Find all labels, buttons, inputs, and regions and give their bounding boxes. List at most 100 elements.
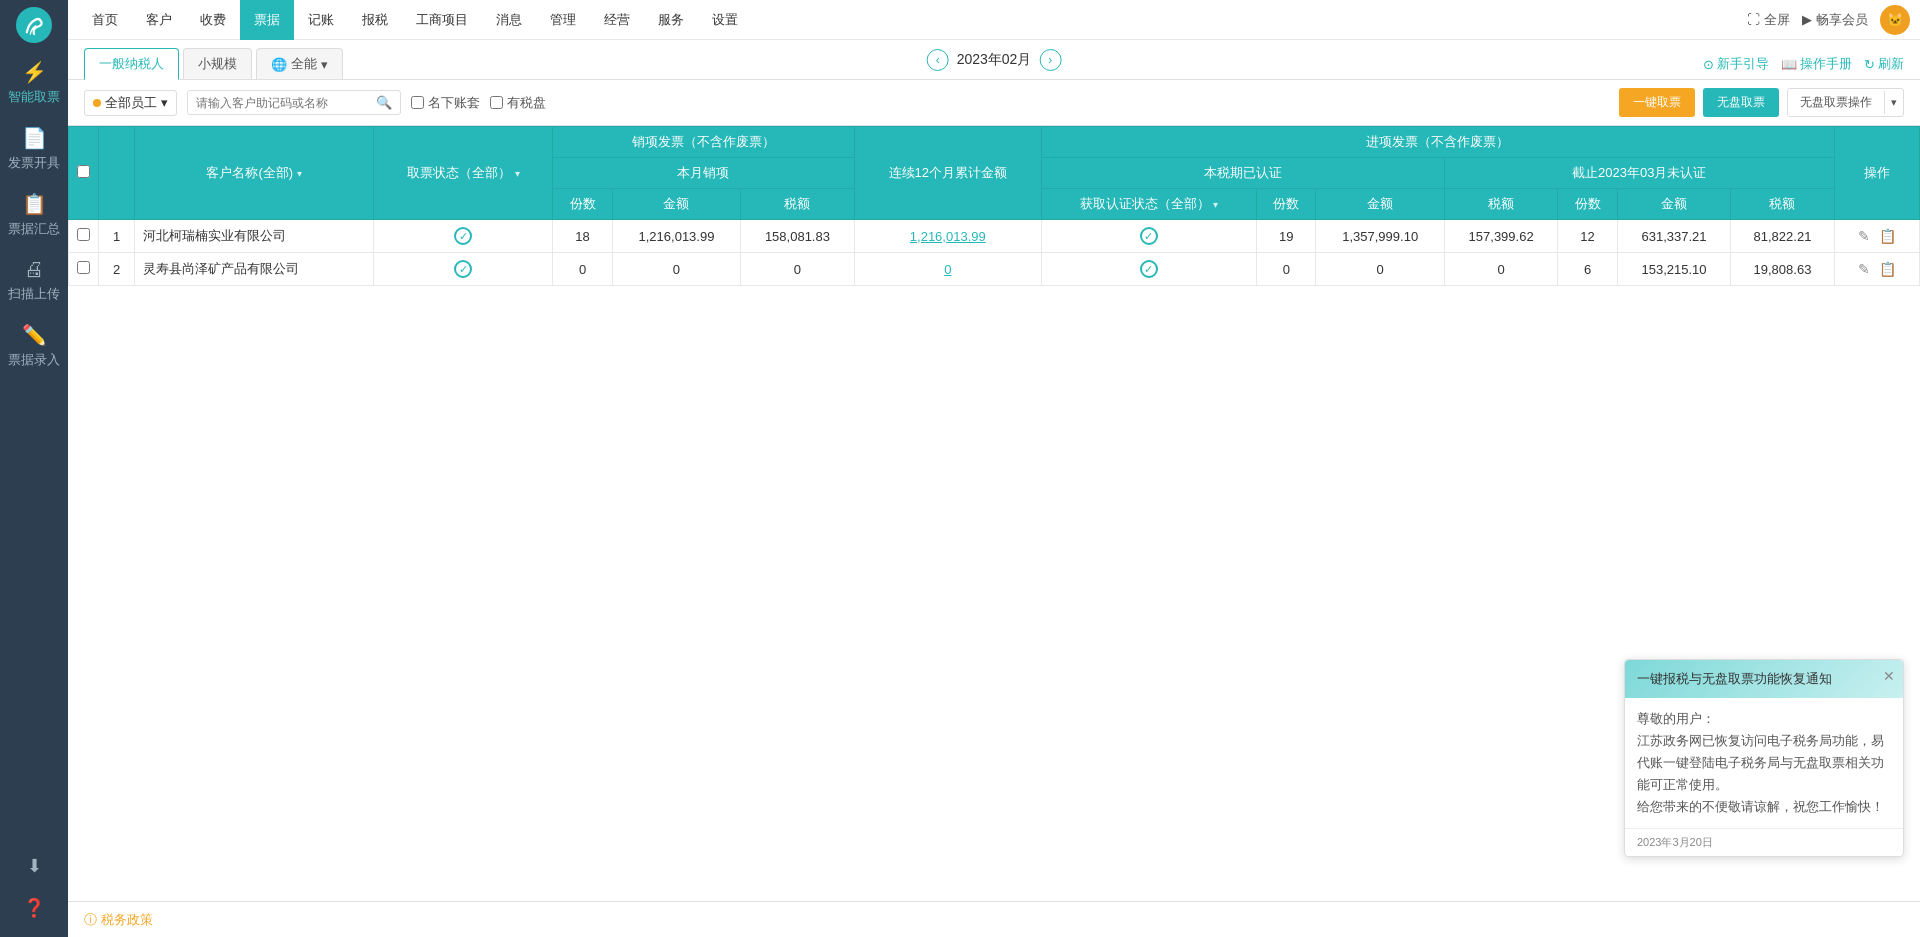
search-input[interactable]: [188, 92, 368, 114]
row-12m-link-0[interactable]: 1,216,013.99: [910, 229, 986, 244]
row-tax-s-1: 0: [741, 253, 854, 286]
row-action-1: ✎ 📋: [1834, 253, 1919, 286]
row-amount-s-1: 0: [612, 253, 740, 286]
sidebar: ⚡ 智能取票 📄 发票开具 📋 票据汇总 🖨 扫描上传 ✏️ 票据录入 ⬇ ❓: [0, 0, 68, 937]
own-account-checkbox[interactable]: [411, 96, 424, 109]
tab-bar: 一般纳税人 小规模 🌐 全能 ▾ ‹ 2023年02月 › ⊙ 新手引导: [68, 40, 1920, 80]
sidebar-item-entry-label: 票据录入: [8, 351, 60, 369]
th-fetch-status: 取票状态（全部） ▾: [374, 127, 553, 220]
manual-action[interactable]: 📖 操作手册: [1781, 55, 1852, 73]
nav-client[interactable]: 客户: [132, 0, 186, 40]
tab-all[interactable]: 🌐 全能 ▾: [256, 48, 343, 79]
no-disk-fetch-btn[interactable]: 无盘取票: [1703, 88, 1779, 117]
sidebar-item-scan[interactable]: 🖨 扫描上传: [0, 248, 68, 313]
view-icon-1[interactable]: 📋: [1879, 261, 1896, 277]
th-cert-status: 获取认证状态（全部） ▾: [1041, 189, 1256, 220]
cert-check-1: ✓: [1140, 260, 1158, 278]
nav-invoice[interactable]: 票据: [240, 0, 294, 40]
nav-service[interactable]: 服务: [644, 0, 698, 40]
th-amount-d: 金额: [1617, 189, 1730, 220]
row-shares-d-1: 6: [1558, 253, 1617, 286]
view-icon-0[interactable]: 📋: [1879, 228, 1896, 244]
sidebar-item-summary-label: 票据汇总: [8, 220, 60, 238]
tab-small[interactable]: 小规模: [183, 48, 252, 79]
row-customer-1: 灵寿县尚泽矿产品有限公司: [135, 253, 374, 286]
notif-line2: 江苏政务网已恢复访问电子税务局功能，易代账一键登陆电子税务局与无盘取票相关功能可…: [1637, 730, 1891, 796]
row-tax-d-1: 19,808.63: [1731, 253, 1834, 286]
scan-icon: 🖨: [24, 258, 44, 281]
row-tax-s-0: 158,081.83: [741, 220, 854, 253]
th-num: [99, 127, 135, 220]
nav-biz[interactable]: 工商项目: [402, 0, 482, 40]
next-month-btn[interactable]: ›: [1039, 49, 1061, 71]
tax-policy-link[interactable]: ⓘ 税务政策: [84, 911, 153, 929]
tab-general[interactable]: 一般纳税人: [84, 48, 179, 80]
guide-action[interactable]: ⊙ 新手引导: [1703, 55, 1769, 73]
refresh-label: 刷新: [1878, 55, 1904, 73]
row-12m-link-1[interactable]: 0: [944, 262, 951, 277]
sidebar-item-smart-fetch[interactable]: ⚡ 智能取票: [0, 50, 68, 116]
row-12m-1: 0: [854, 253, 1041, 286]
fullscreen-btn[interactable]: ⛶ 全屏: [1747, 11, 1790, 29]
table-row: 2 灵寿县尚泽矿产品有限公司 ✓ 0 0 0 0 ✓ 0 0 0 6 153,2…: [69, 253, 1920, 286]
search-button[interactable]: 🔍: [368, 91, 400, 114]
bottom-bar: ⓘ 税务政策: [68, 901, 1920, 937]
tax-disk-checkbox[interactable]: [490, 96, 503, 109]
refresh-action[interactable]: ↻ 刷新: [1864, 55, 1904, 73]
checkbox-tax-disk[interactable]: 有税盘: [490, 94, 546, 112]
th-tax-d: 税额: [1731, 189, 1834, 220]
th-checkbox: [69, 127, 99, 220]
prev-month-btn[interactable]: ‹: [927, 49, 949, 71]
user-avatar[interactable]: 🐱: [1880, 5, 1910, 35]
nav-manage[interactable]: 管理: [536, 0, 590, 40]
row-amount-d-1: 153,215.10: [1617, 253, 1730, 286]
row-amount-p-0: 1,357,999.10: [1316, 220, 1444, 253]
notif-close-btn[interactable]: ✕: [1883, 668, 1895, 684]
sidebar-help[interactable]: ❓: [0, 889, 68, 927]
fetch-check-0: ✓: [454, 227, 472, 245]
table-row: 1 河北柯瑞楠实业有限公司 ✓ 18 1,216,013.99 158,081.…: [69, 220, 1920, 253]
tab-right-actions: ⊙ 新手引导 📖 操作手册 ↻ 刷新: [1703, 55, 1904, 79]
notif-line1: 尊敬的用户：: [1637, 708, 1891, 730]
row-check-0[interactable]: [77, 228, 90, 241]
no-disk-ops-arrow[interactable]: ▾: [1884, 91, 1903, 114]
sidebar-item-entry[interactable]: ✏️ 票据录入: [0, 313, 68, 379]
no-disk-ops-main[interactable]: 无盘取票操作: [1788, 89, 1884, 116]
nav-home[interactable]: 首页: [78, 0, 132, 40]
date-navigation: ‹ 2023年02月 ›: [927, 49, 1062, 71]
sidebar-item-issue-invoice[interactable]: 📄 发票开具: [0, 116, 68, 182]
select-all-checkbox[interactable]: [77, 165, 90, 178]
nav-billing[interactable]: 收费: [186, 0, 240, 40]
edit-icon-0[interactable]: ✎: [1858, 228, 1870, 244]
nav-settings[interactable]: 设置: [698, 0, 752, 40]
row-fetch-status-0: ✓: [374, 220, 553, 253]
nav-message[interactable]: 消息: [482, 0, 536, 40]
row-check-1[interactable]: [77, 261, 90, 274]
row-12m-0: 1,216,013.99: [854, 220, 1041, 253]
employee-filter[interactable]: 全部员工 ▾: [84, 90, 177, 116]
cert-status-filter-icon[interactable]: ▾: [1213, 199, 1218, 210]
nav-bookkeep[interactable]: 记账: [294, 0, 348, 40]
th-deadline: 截止2023年03月未认证: [1444, 158, 1834, 189]
row-shares-p-0: 19: [1257, 220, 1316, 253]
tab-small-label: 小规模: [198, 55, 237, 73]
row-checkbox-0[interactable]: [69, 220, 99, 253]
topnav: 首页 客户 收费 票据 记账 报税 工商项目 消息 管理 经营 服务 设置 ⛶ …: [68, 0, 1920, 40]
manual-label: 操作手册: [1800, 55, 1852, 73]
customer-filter-icon[interactable]: ▾: [297, 168, 302, 179]
one-key-fetch-btn[interactable]: 一键取票: [1619, 88, 1695, 117]
member-btn[interactable]: ▶ 畅享会员: [1802, 11, 1868, 29]
sidebar-item-summary[interactable]: 📋 票据汇总: [0, 182, 68, 248]
checkbox-own-account[interactable]: 名下账套: [411, 94, 480, 112]
nav-tax[interactable]: 报税: [348, 0, 402, 40]
row-checkbox-1[interactable]: [69, 253, 99, 286]
row-amount-d-0: 631,337.21: [1617, 220, 1730, 253]
fetch-status-filter-icon[interactable]: ▾: [515, 168, 520, 179]
fullscreen-icon: ⛶: [1747, 12, 1760, 27]
edit-icon-1[interactable]: ✎: [1858, 261, 1870, 277]
row-num-0: 1: [99, 220, 135, 253]
entry-icon: ✏️: [22, 323, 47, 347]
sidebar-download[interactable]: ⬇: [0, 847, 68, 885]
nav-operation[interactable]: 经营: [590, 0, 644, 40]
th-sales: 销项发票（不含作废票）: [553, 127, 854, 158]
